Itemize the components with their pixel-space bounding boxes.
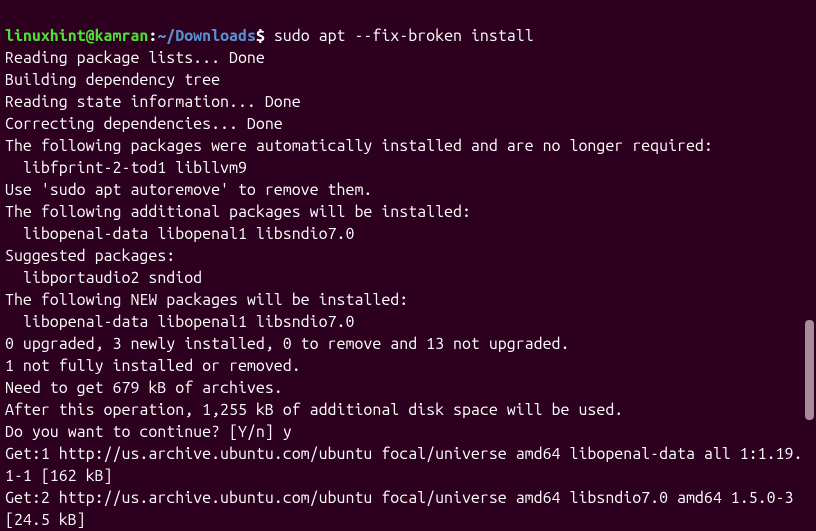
output-line: libopenal-data libopenal1 libsndio7.0 xyxy=(5,225,354,243)
output-line: 1 not fully installed or removed. xyxy=(5,357,301,375)
command-text: sudo apt --fix-broken install xyxy=(274,27,534,45)
output-line: libfprint-2-tod1 libllvm9 xyxy=(5,159,247,177)
output-line: libportaudio2 sndiod xyxy=(5,269,202,287)
output-line: Do you want to continue? [Y/n] y xyxy=(5,423,292,441)
output-line: The following NEW packages will be insta… xyxy=(5,291,408,309)
prompt-path: ~/Downloads xyxy=(157,27,256,45)
output-line: Get:2 http://us.archive.ubuntu.com/ubunt… xyxy=(5,489,802,529)
output-line: 0 upgraded, 3 newly installed, 0 to remo… xyxy=(5,335,569,353)
output-line: Reading package lists... Done xyxy=(5,49,265,67)
output-line: Correcting dependencies... Done xyxy=(5,115,283,133)
prompt-colon: : xyxy=(148,27,157,45)
output-line: The following packages were automaticall… xyxy=(5,137,713,155)
terminal-output[interactable]: linuxhint@kamran:~/Downloads$ sudo apt -… xyxy=(5,3,811,531)
output-line: Use 'sudo apt autoremove' to remove them… xyxy=(5,181,372,199)
scrollbar-thumb[interactable] xyxy=(805,320,814,420)
prompt-dollar: $ xyxy=(256,27,274,45)
output-line: Get:1 http://us.archive.ubuntu.com/ubunt… xyxy=(5,445,802,485)
output-line: Reading state information... Done xyxy=(5,93,301,111)
output-line: After this operation, 1,255 kB of additi… xyxy=(5,401,623,419)
output-line: Building dependency tree xyxy=(5,71,220,89)
output-line: Need to get 679 kB of archives. xyxy=(5,379,283,397)
output-line: The following additional packages will b… xyxy=(5,203,471,221)
prompt-user-host: linuxhint@kamran xyxy=(5,27,148,45)
output-line: Suggested packages: xyxy=(5,247,175,265)
output-line: libopenal-data libopenal1 libsndio7.0 xyxy=(5,313,354,331)
